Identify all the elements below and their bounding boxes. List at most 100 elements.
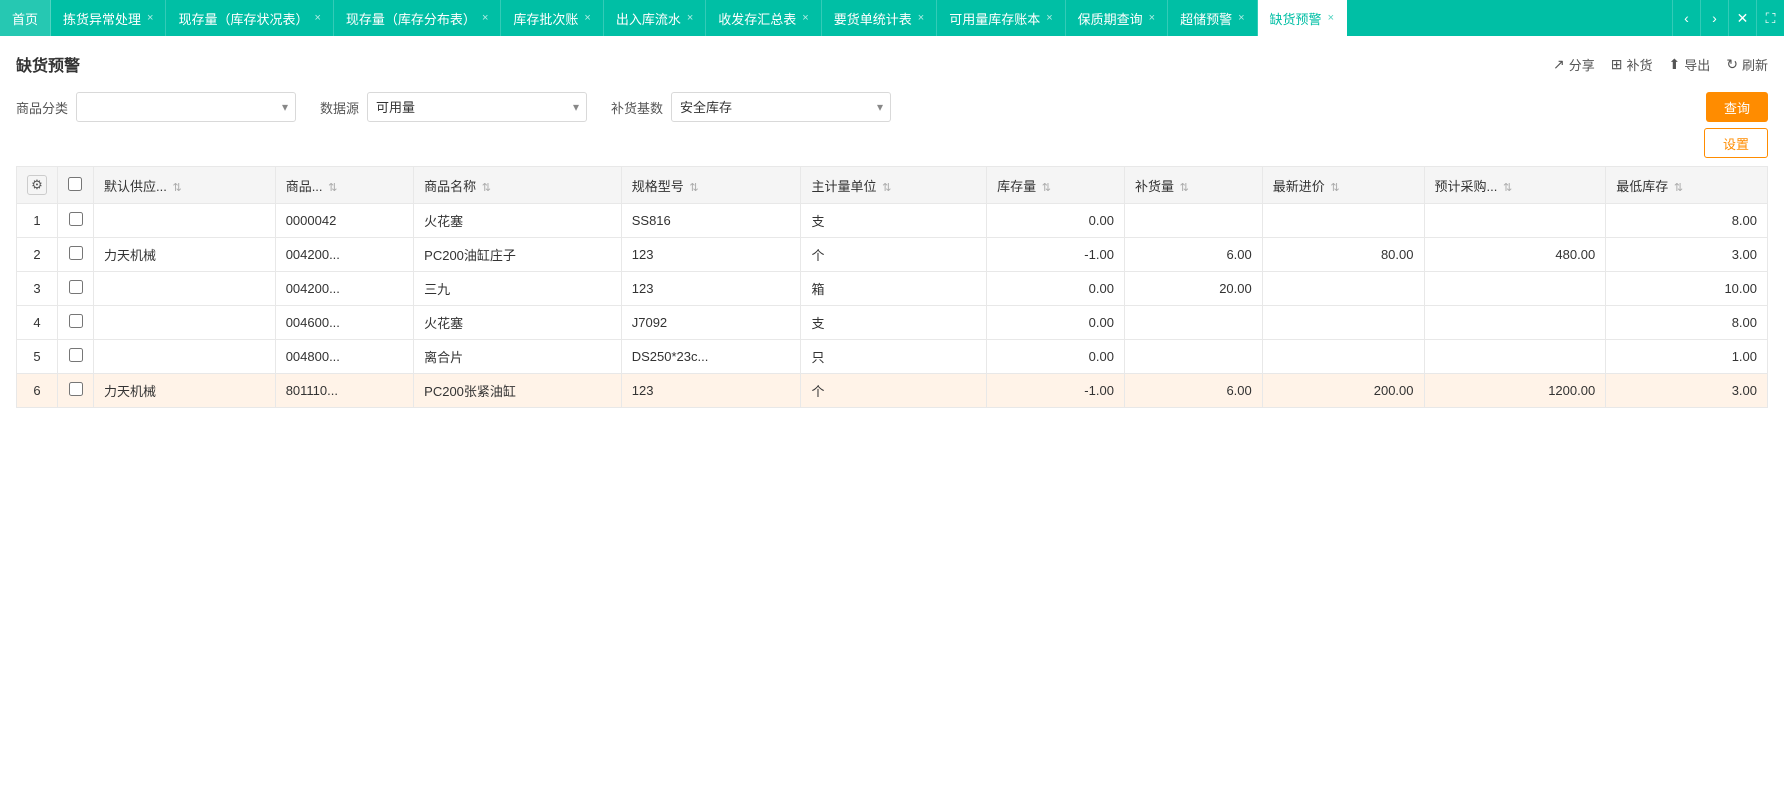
th-replenish[interactable]: 补货量 ⇅ [1124, 167, 1262, 204]
nav-close-button[interactable]: ✕ [1728, 0, 1756, 36]
sort-supplier-icon: ⇅ [172, 181, 181, 194]
close-collect-tab[interactable]: × [802, 12, 808, 24]
table-settings-icon[interactable]: ⚙ [27, 175, 47, 195]
td-spec: J7092 [621, 306, 801, 340]
close-batch-tab[interactable]: × [584, 12, 590, 24]
th-code[interactable]: 商品... ⇅ [275, 167, 413, 204]
td-est-purchase [1424, 306, 1606, 340]
share-button[interactable]: ↗ 分享 [1553, 55, 1595, 74]
table-row: 6 力天机械 801110... PC200张紧油缸 123 个 -1.00 6… [17, 374, 1768, 408]
nav-tab-order-stats[interactable]: 要货单统计表 × [822, 0, 937, 36]
td-replenish: 20.00 [1124, 272, 1262, 306]
td-checkbox[interactable] [58, 306, 94, 340]
td-name: 火花塞 [414, 204, 622, 238]
nav-tab-home[interactable]: 首页 [0, 0, 51, 36]
row-checkbox[interactable] [69, 382, 83, 396]
filter-area: 商品分类 数据源 可用量 库存量 [16, 92, 1768, 158]
row-checkbox[interactable] [69, 212, 83, 226]
replenish-button[interactable]: ⊞ 补货 [1611, 55, 1653, 74]
row-checkbox[interactable] [69, 314, 83, 328]
nav-controls: ‹ › ✕ ⛶ [1672, 0, 1784, 36]
share-icon: ↗ [1553, 56, 1565, 73]
td-supplier [94, 272, 276, 306]
td-checkbox[interactable] [58, 272, 94, 306]
datasource-select-wrapper: 可用量 库存量 [367, 92, 587, 122]
th-est-purchase[interactable]: 预计采购... ⇅ [1424, 167, 1606, 204]
sort-latest-price-icon: ⇅ [1330, 181, 1339, 194]
settings-button[interactable]: 设置 [1704, 128, 1768, 158]
datasource-select[interactable]: 可用量 库存量 [367, 92, 587, 122]
refresh-button[interactable]: ↻ 刷新 [1726, 55, 1768, 74]
close-overstock-tab[interactable]: × [1238, 12, 1244, 24]
sort-stock-icon: ⇅ [1042, 181, 1051, 194]
td-supplier [94, 204, 276, 238]
td-replenish [1124, 306, 1262, 340]
th-min-stock[interactable]: 最低库存 ⇅ [1606, 167, 1768, 204]
nav-tab-collect-summary[interactable]: 收发存汇总表 × [706, 0, 821, 36]
category-filter-group: 商品分类 [16, 92, 296, 122]
th-supplier[interactable]: 默认供应... ⇅ [94, 167, 276, 204]
th-checkbox[interactable] [58, 167, 94, 204]
th-latest-price[interactable]: 最新进价 ⇅ [1262, 167, 1424, 204]
td-checkbox[interactable] [58, 238, 94, 272]
nav-tab-shortage[interactable]: 缺货预警 × [1258, 0, 1347, 36]
replenish-base-select[interactable]: 安全库存 最低库存 [671, 92, 891, 122]
close-order-stats-tab[interactable]: × [918, 12, 924, 24]
td-code: 004600... [275, 306, 413, 340]
close-shortage-tab[interactable]: × [1328, 12, 1334, 24]
th-settings[interactable]: ⚙ [17, 167, 58, 204]
td-min-stock: 10.00 [1606, 272, 1768, 306]
datasource-label: 数据源 [320, 98, 359, 117]
nav-tab-inventory-dist[interactable]: 现存量（库存分布表） × [334, 0, 501, 36]
th-unit[interactable]: 主计量单位 ⇅ [801, 167, 987, 204]
td-row-num: 2 [17, 238, 58, 272]
nav-tab-inventory-status[interactable]: 现存量（库存状况表） × [166, 0, 333, 36]
row-checkbox[interactable] [69, 280, 83, 294]
td-checkbox[interactable] [58, 204, 94, 238]
nav-tab-exception[interactable]: 拣货异常处理 × [51, 0, 166, 36]
query-button[interactable]: 查询 [1706, 92, 1768, 122]
td-checkbox[interactable] [58, 374, 94, 408]
nav-tab-overstock[interactable]: 超储预警 × [1168, 0, 1257, 36]
sort-spec-icon: ⇅ [689, 181, 698, 194]
export-icon: ⬆ [1669, 56, 1681, 73]
td-replenish [1124, 204, 1262, 238]
page-title: 缺货预警 [16, 52, 1553, 76]
close-expiry-tab[interactable]: × [1149, 12, 1155, 24]
nav-tab-batch-account[interactable]: 库存批次账 × [501, 0, 603, 36]
nav-expand-button[interactable]: ⛶ [1756, 0, 1784, 36]
nav-prev-button[interactable]: ‹ [1672, 0, 1700, 36]
filter-row-1: 商品分类 数据源 可用量 库存量 [16, 92, 1688, 122]
main-content: 缺货预警 ↗ 分享 ⊞ 补货 ⬆ 导出 ↻ 刷新 [0, 36, 1784, 796]
row-checkbox[interactable] [69, 348, 83, 362]
nav-tab-expiry[interactable]: 保质期查询 × [1066, 0, 1168, 36]
header-actions: ↗ 分享 ⊞ 补货 ⬆ 导出 ↻ 刷新 [1553, 55, 1768, 74]
data-table: ⚙ 默认供应... ⇅ 商品... ⇅ 商品名称 ⇅ [16, 166, 1768, 408]
td-unit: 只 [801, 340, 987, 374]
category-select[interactable] [76, 92, 296, 122]
th-name[interactable]: 商品名称 ⇅ [414, 167, 622, 204]
close-inout-tab[interactable]: × [687, 12, 693, 24]
td-checkbox[interactable] [58, 340, 94, 374]
export-button[interactable]: ⬆ 导出 [1669, 55, 1711, 74]
th-stock[interactable]: 库存量 ⇅ [987, 167, 1125, 204]
nav-tab-inout-flow[interactable]: 出入库流水 × [604, 0, 706, 36]
th-spec[interactable]: 规格型号 ⇅ [621, 167, 801, 204]
table-container: ⚙ 默认供应... ⇅ 商品... ⇅ 商品名称 ⇅ [16, 166, 1768, 408]
close-inventory-status-tab[interactable]: × [314, 12, 320, 24]
td-code: 004200... [275, 238, 413, 272]
td-unit: 箱 [801, 272, 987, 306]
category-label: 商品分类 [16, 98, 68, 117]
row-checkbox[interactable] [69, 246, 83, 260]
nav-tab-available-ledger[interactable]: 可用量库存账本 × [937, 0, 1065, 36]
nav-next-button[interactable]: › [1700, 0, 1728, 36]
td-row-num: 6 [17, 374, 58, 408]
close-inventory-dist-tab[interactable]: × [482, 12, 488, 24]
select-all-checkbox[interactable] [68, 177, 82, 191]
td-min-stock: 8.00 [1606, 306, 1768, 340]
td-stock: 0.00 [987, 340, 1125, 374]
filter-left: 商品分类 数据源 可用量 库存量 [16, 92, 1688, 134]
td-min-stock: 3.00 [1606, 374, 1768, 408]
close-available-ledger-tab[interactable]: × [1046, 12, 1052, 24]
close-exception-tab[interactable]: × [147, 12, 153, 24]
